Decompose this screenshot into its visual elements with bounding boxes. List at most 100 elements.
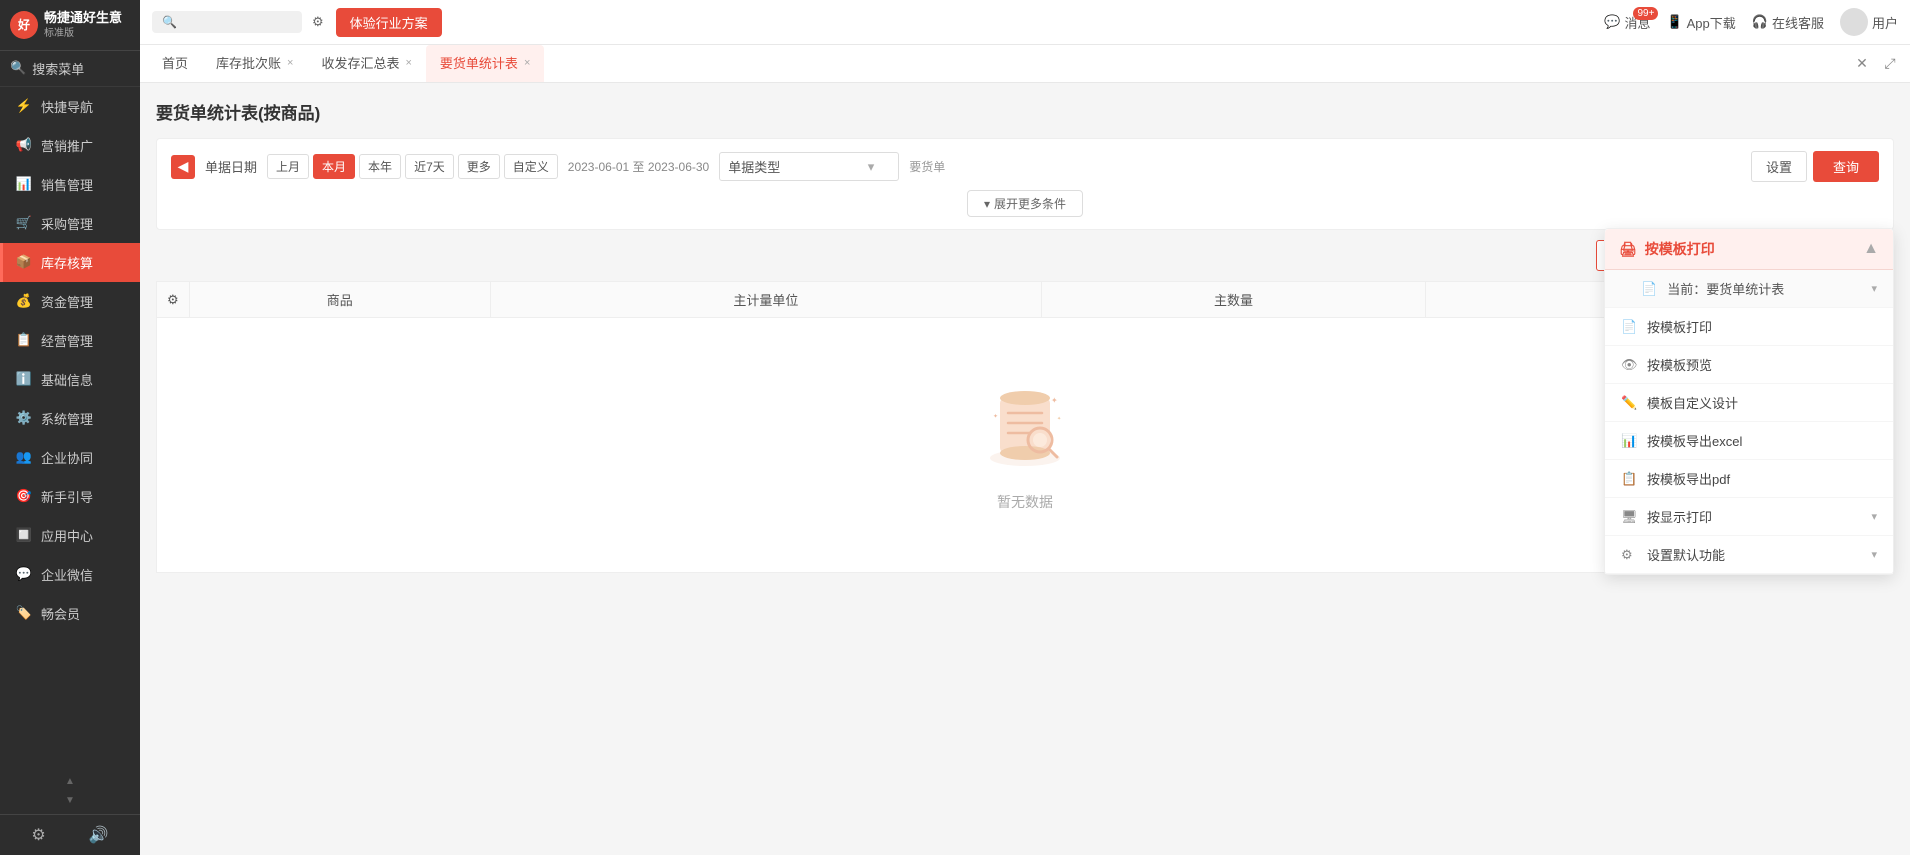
tab-receipt-summary-close[interactable]: × [405, 57, 411, 69]
filter-collapse-btn[interactable]: ◀ [171, 155, 195, 179]
tab-close-all-btn[interactable]: ✕ [1850, 52, 1874, 76]
dropdown-item-template-preview-label: 按模板预览 [1647, 355, 1712, 374]
tab-order-summary-close[interactable]: × [524, 57, 530, 69]
logo-icon: 好 [10, 11, 38, 39]
dropdown-item-default-fn[interactable]: ⚙ 设置默认功能 ▾ [1605, 536, 1893, 574]
date-btn-more[interactable]: 更多 [458, 154, 500, 179]
cart-icon: 🛒 [15, 214, 33, 232]
date-btn-current-month[interactable]: 本月 [313, 154, 355, 179]
sidebar-footer: ⚙ 🔊 [0, 814, 140, 855]
sidebar-item-quick-nav[interactable]: ⚡ 快捷导航 [0, 87, 140, 126]
avatar [1840, 8, 1868, 36]
messages-btn[interactable]: 💬 消息 99+ [1604, 13, 1650, 32]
footer-settings-icon[interactable]: ⚙ [31, 825, 45, 845]
tab-inventory-batch[interactable]: 库存批次账 × [202, 45, 307, 82]
footer-speaker-icon[interactable]: 🔊 [89, 825, 109, 845]
dropdown-item-display-print[interactable]: 🖥 按显示打印 ▾ [1605, 498, 1893, 536]
tab-home[interactable]: 首页 [148, 45, 202, 82]
dropdown-item-template-custom[interactable]: ✏️ 模板自定义设计 [1605, 384, 1893, 422]
dropdown-item-template-print[interactable]: 📄 按模板打印 [1605, 308, 1893, 346]
date-btn-custom[interactable]: 自定义 [504, 154, 558, 179]
report-icon: 📋 [15, 331, 33, 349]
sidebar-scroll-down[interactable]: ▼ [65, 791, 75, 810]
date-filter-label: 单据日期 [205, 157, 257, 176]
sidebar-item-basic-info[interactable]: ℹ️ 基础信息 [0, 360, 140, 399]
sidebar-item-purchase[interactable]: 🛒 采购管理 [0, 204, 140, 243]
sidebar-item-operations[interactable]: 📋 经营管理 [0, 321, 140, 360]
sidebar-item-inventory[interactable]: 📦 库存核算 [0, 243, 140, 282]
tab-receipt-summary-label: 收发存汇总表 [321, 53, 399, 72]
empty-illustration: ✦ ✦ ✦ [975, 378, 1075, 478]
printer-header-icon: 🖨 [1619, 241, 1637, 258]
app-edition: 标准版 [44, 27, 122, 40]
messages-badge: 99+ [1633, 7, 1658, 20]
date-btn-prev-month[interactable]: 上月 [267, 154, 309, 179]
template-custom-icon: ✏️ [1621, 395, 1637, 411]
tab-order-summary[interactable]: 要货单统计表 × [426, 45, 544, 82]
chevron-down-icon: ▾ [868, 159, 875, 175]
guide-icon: 🎯 [15, 487, 33, 505]
print-dropdown-panel: 🖨 按模板打印 ▲ 📄 当前：要货单统计表 ▾ 📄 按模板打印 👁 按模板预览 [1604, 228, 1894, 575]
app-name: 畅捷通好生意 [44, 10, 122, 27]
default-fn-arrow-icon: ▾ [1871, 548, 1877, 561]
topbar-gear-btn[interactable]: ⚙ [312, 14, 324, 30]
main-area: 🔍 ⚙ 体验行业方案 💬 消息 99+ 📱 App下载 🎧 在线客服 用户 [140, 0, 1910, 855]
sidebar-item-label: 应用中心 [41, 526, 93, 545]
query-btn[interactable]: 查询 [1813, 151, 1879, 182]
dropdown-item-template-custom-label: 模板自定义设计 [1647, 393, 1738, 412]
empty-text: 暂无数据 [997, 492, 1053, 512]
export-pdf-icon: 📋 [1621, 471, 1637, 487]
sidebar-item-newbie[interactable]: 🎯 新手引导 [0, 477, 140, 516]
apps-icon: 🔲 [15, 526, 33, 544]
sidebar-item-sales[interactable]: 📊 销售管理 [0, 165, 140, 204]
sidebar-scroll-up[interactable]: ▲ [65, 772, 75, 791]
export-excel-icon: 📊 [1621, 433, 1637, 449]
col-quantity-header: 主数量 [1041, 282, 1425, 318]
sidebar-item-sys-mgmt[interactable]: ⚙️ 系统管理 [0, 399, 140, 438]
topbar-search[interactable]: 🔍 [152, 11, 302, 33]
online-service-label: 在线客服 [1772, 13, 1824, 32]
phone-icon: 📱 [1666, 14, 1682, 30]
megaphone-icon: 📢 [15, 136, 33, 154]
user-avatar[interactable]: 用户 [1840, 8, 1898, 36]
sidebar-item-label: 快捷导航 [41, 97, 93, 116]
dropdown-current-template: 📄 当前：要货单统计表 ▾ [1605, 270, 1893, 308]
sidebar-item-label: 经营管理 [41, 331, 93, 350]
tab-inventory-batch-close[interactable]: × [287, 57, 293, 69]
default-fn-icon: ⚙ [1621, 547, 1637, 563]
order-type-select[interactable]: 单据类型 ▾ [719, 152, 899, 181]
expand-more-btn[interactable]: ▾ 展开更多条件 [967, 190, 1083, 217]
tab-inventory-batch-label: 库存批次账 [216, 53, 281, 72]
app-download-btn[interactable]: 📱 App下载 [1666, 13, 1735, 32]
search-menu[interactable]: 🔍 搜索菜单 [0, 51, 140, 87]
col-unit-header: 主计量单位 [490, 282, 1041, 318]
experience-btn[interactable]: 体验行业方案 [336, 8, 442, 37]
sidebar-item-marketing[interactable]: 📢 营销推广 [0, 126, 140, 165]
dropdown-item-export-excel[interactable]: 📊 按模板导出excel [1605, 422, 1893, 460]
filter-row: ◀ 单据日期 上月 本月 本年 近7天 更多 自定义 2023-06-01 至 … [171, 151, 1879, 182]
tab-receipt-summary[interactable]: 收发存汇总表 × [307, 45, 425, 82]
date-btn-last7[interactable]: 近7天 [405, 154, 454, 179]
sidebar-item-app-center[interactable]: 🔲 应用中心 [0, 516, 140, 555]
dropdown-item-template-preview[interactable]: 👁 按模板预览 [1605, 346, 1893, 384]
search-icon: 🔍 [162, 15, 177, 29]
tab-maximize-btn[interactable]: ⤢ [1878, 52, 1902, 76]
filter-expand-more-row: ▾ 展开更多条件 [171, 190, 1879, 217]
svg-text:✦: ✦ [1051, 396, 1058, 405]
display-print-arrow-icon: ▾ [1871, 510, 1877, 523]
date-btn-this-year[interactable]: 本年 [359, 154, 401, 179]
info-icon: ℹ️ [15, 370, 33, 388]
sidebar-item-enterprise[interactable]: 👥 企业协同 [0, 438, 140, 477]
current-template-label: 当前：要货单统计表 [1667, 279, 1784, 298]
dropdown-item-export-pdf[interactable]: 📋 按模板导出pdf [1605, 460, 1893, 498]
sidebar-item-wechat[interactable]: 💬 企业微信 [0, 555, 140, 594]
sidebar-item-member[interactable]: 🏷️ 畅会员 [0, 594, 140, 633]
tabs-controls: ✕ ⤢ [1850, 52, 1902, 76]
col-settings-header[interactable]: ⚙ [157, 282, 190, 318]
page-content: 要货单统计表(按商品) ◀ 单据日期 上月 本月 本年 近7天 更多 自定义 2… [140, 83, 1910, 855]
settings-btn[interactable]: 设置 [1751, 151, 1807, 182]
online-service-btn[interactable]: 🎧 在线客服 [1752, 13, 1824, 32]
sidebar-item-finance[interactable]: 💰 资金管理 [0, 282, 140, 321]
dropdown-header-label: 按模板打印 [1645, 239, 1715, 259]
dropdown-close-btn[interactable]: ▲ [1863, 240, 1879, 258]
